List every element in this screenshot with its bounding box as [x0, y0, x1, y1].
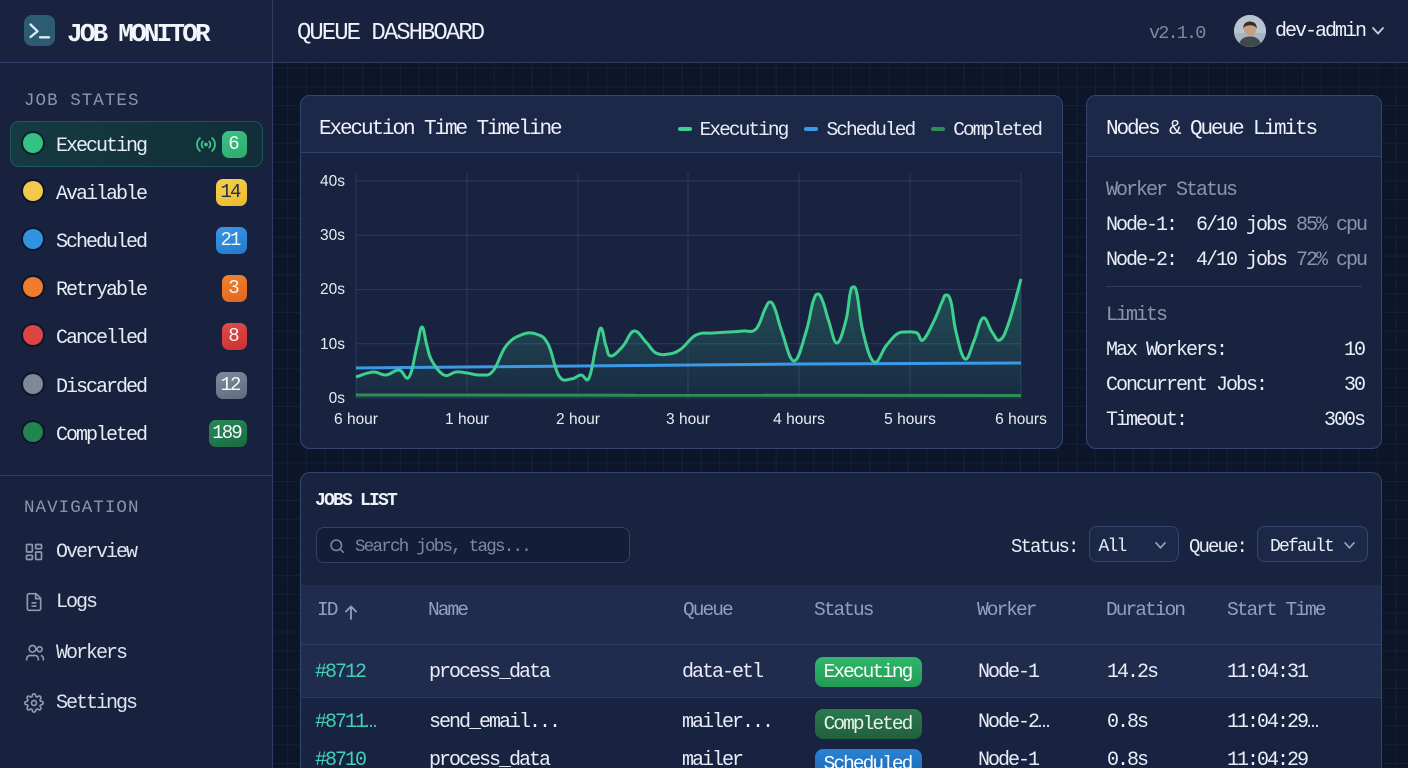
svg-text:4 hours: 4 hours	[773, 411, 825, 428]
svg-text:6 hour: 6 hour	[334, 411, 378, 428]
svg-text:6 hours: 6 hours	[995, 411, 1047, 428]
svg-text:5 hours: 5 hours	[884, 411, 936, 428]
svg-text:2 hour: 2 hour	[556, 411, 600, 428]
svg-text:0s: 0s	[329, 390, 346, 407]
svg-text:30s: 30s	[320, 227, 345, 244]
svg-text:40s: 40s	[320, 173, 345, 190]
svg-text:10s: 10s	[320, 336, 345, 353]
svg-text:1 hour: 1 hour	[445, 411, 489, 428]
svg-text:20s: 20s	[320, 281, 345, 298]
svg-text:3 hour: 3 hour	[666, 411, 710, 428]
